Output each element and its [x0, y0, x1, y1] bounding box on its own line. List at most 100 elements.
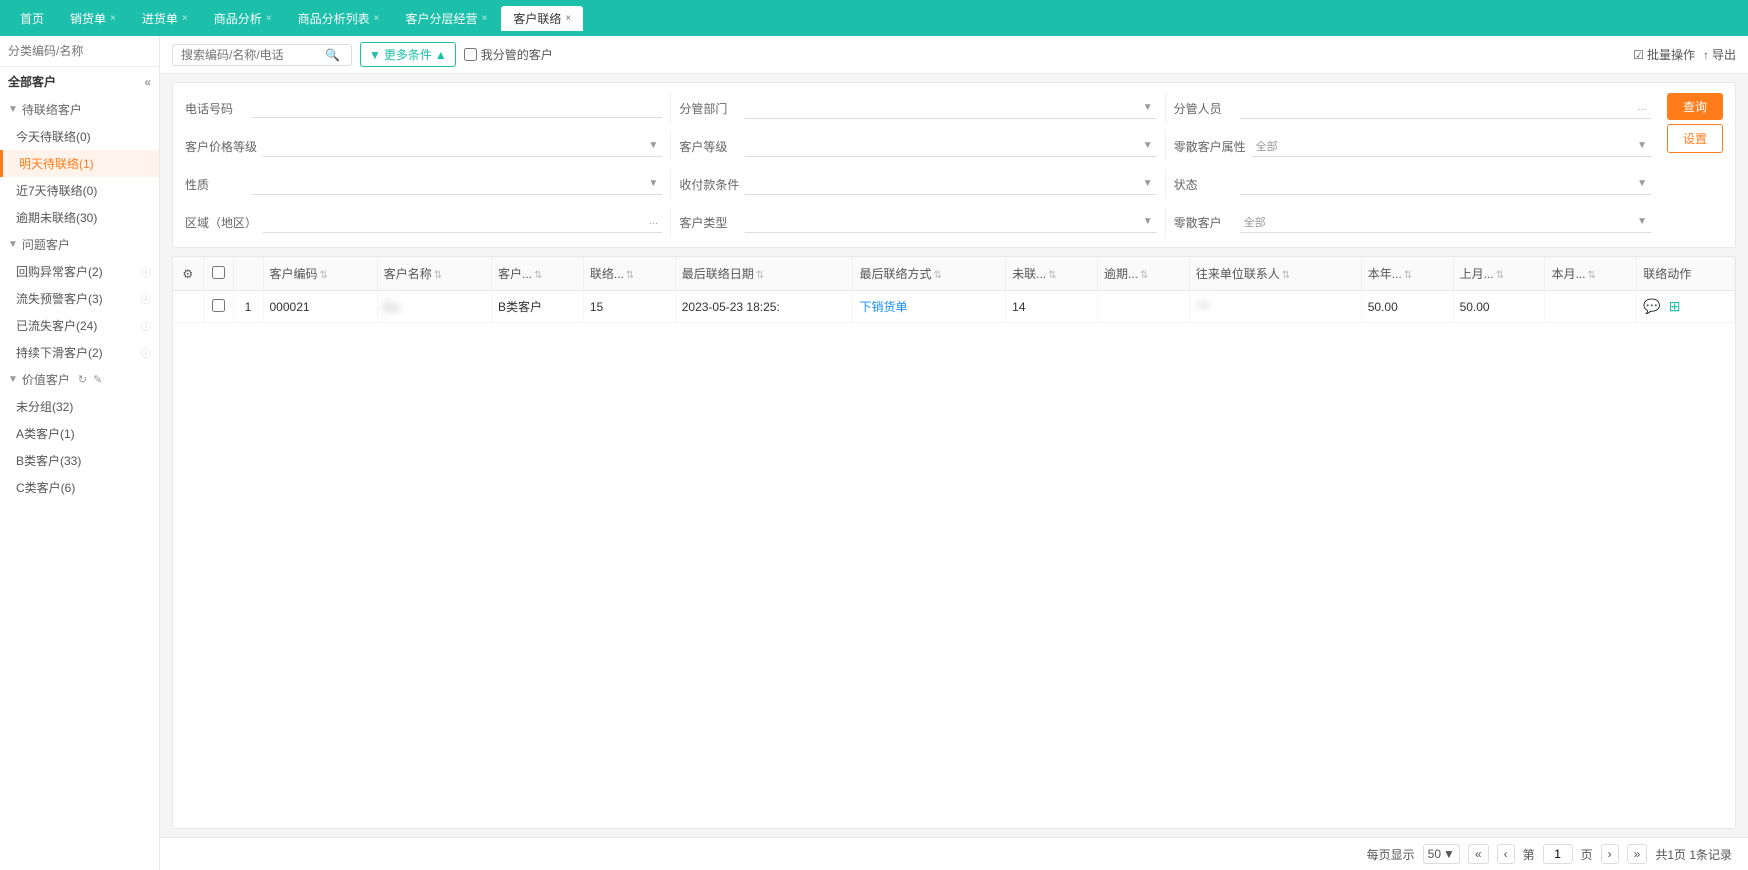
- sidebar-item-lost[interactable]: 已流失客户(24) ⓘ: [0, 312, 159, 339]
- more-filter-btn[interactable]: ▼ 更多条件 ▲: [360, 42, 456, 67]
- filter-payment-select[interactable]: ▼: [745, 173, 1156, 195]
- th-category[interactable]: 客户...⇅: [492, 257, 584, 291]
- filter-status-select[interactable]: ▼: [1240, 173, 1651, 195]
- sidebar-item-declining-info-icon: ⓘ: [141, 345, 151, 360]
- next-page-btn[interactable]: ›: [1601, 844, 1619, 864]
- th-not-contacted[interactable]: 未联...⇅: [1006, 257, 1098, 291]
- nav-customer-segment[interactable]: 客户分层经营 ×: [393, 6, 499, 31]
- query-btn[interactable]: 查询: [1667, 93, 1723, 120]
- th-last-contact-way[interactable]: 最后联络方式⇅: [853, 257, 1006, 291]
- last-contact-way-link[interactable]: 下销货单: [859, 300, 907, 314]
- th-overdue[interactable]: 逾期...⇅: [1098, 257, 1190, 291]
- page-label: 第: [1523, 846, 1535, 863]
- search-input[interactable]: [181, 48, 321, 62]
- nav-purchase-order-close-icon[interactable]: ×: [182, 13, 188, 24]
- toolbar-search-icon[interactable]: 🔍: [325, 48, 340, 62]
- sidebar-item-ungrouped[interactable]: 未分组(32): [0, 393, 159, 420]
- first-page-btn[interactable]: «: [1468, 844, 1489, 864]
- th-gear[interactable]: ⚙: [173, 257, 203, 291]
- page-input[interactable]: [1543, 844, 1573, 864]
- td-rownum: 1: [233, 291, 263, 323]
- th-not-contacted-sort-icon: ⇅: [1048, 270, 1056, 281]
- sidebar-item-repurchase-abnormal[interactable]: 回购异常客户(2) ⓘ: [0, 258, 159, 285]
- filter-retail-customer-label: 零散客户: [1174, 214, 1234, 231]
- sidebar-item-7days-pending[interactable]: 近7天待联络(0): [0, 177, 159, 204]
- filter-customer-type-select[interactable]: ▼: [745, 211, 1156, 233]
- sidebar-group-problem[interactable]: ▼ 问题客户: [0, 231, 159, 258]
- th-unit-contact-sort-icon: ⇅: [1282, 270, 1290, 281]
- export-btn[interactable]: ↑ 导出: [1703, 46, 1736, 63]
- action-more-icon[interactable]: ⊞: [1669, 298, 1681, 315]
- filter-retail-attr-select[interactable]: 全部▼: [1252, 135, 1651, 157]
- td-contacts: 15: [583, 291, 675, 323]
- nav-product-analysis-list-close-icon[interactable]: ×: [374, 13, 380, 24]
- sidebar-item-class-b[interactable]: B类客户(33): [0, 447, 159, 474]
- nav-product-analysis-list[interactable]: 商品分析列表 ×: [286, 6, 392, 31]
- sidebar-group-value-edit-icon[interactable]: ✎: [93, 373, 102, 386]
- my-customer-checkbox[interactable]: [464, 48, 477, 61]
- th-this-year[interactable]: 本年...⇅: [1361, 257, 1453, 291]
- sidebar-group-pending[interactable]: ▼ 待联络客户: [0, 96, 159, 123]
- select-all-checkbox[interactable]: [212, 266, 225, 279]
- batch-op-btn[interactable]: ☑ 批量操作: [1633, 46, 1695, 63]
- filter-retail-customer-select[interactable]: 全部▼: [1240, 211, 1651, 233]
- th-code[interactable]: 客户编码⇅: [263, 257, 377, 291]
- sidebar-item-overdue-pending[interactable]: 逾期未联络(30): [0, 204, 159, 231]
- nav-customer-segment-close-icon[interactable]: ×: [481, 13, 487, 24]
- th-name[interactable]: 客户名称⇅: [377, 257, 491, 291]
- filter-dept-select[interactable]: ▼: [745, 97, 1156, 119]
- sidebar-collapse-icon[interactable]: «: [144, 75, 151, 89]
- my-customer-checkbox-wrap[interactable]: 我分管的客户: [464, 46, 553, 63]
- filter-customer-level-select[interactable]: ▼: [745, 135, 1156, 157]
- sidebar-group-value-refresh-icon[interactable]: ↻: [78, 373, 87, 386]
- sidebar-item-lost-info-icon: ⓘ: [141, 318, 151, 333]
- sidebar-item-class-c[interactable]: C类客户(6): [0, 474, 159, 501]
- nav-sales-order[interactable]: 销货单 ×: [58, 6, 128, 31]
- th-last-month[interactable]: 上月...⇅: [1453, 257, 1545, 291]
- sidebar-all-customers[interactable]: 全部客户 «: [0, 67, 159, 96]
- filter-region-select[interactable]: …: [263, 211, 662, 233]
- filter-retail-attr-label: 零散客户属性: [1174, 138, 1246, 155]
- last-page-btn[interactable]: »: [1627, 844, 1648, 864]
- filter-customer-level: 客户等级 ▼: [679, 135, 1156, 157]
- sidebar-item-tomorrow-pending[interactable]: 明天待联络(1): [0, 150, 159, 177]
- sidebar-item-today-pending[interactable]: 今天待联络(0): [0, 123, 159, 150]
- search-input-wrap: 🔍: [172, 44, 352, 66]
- nav-product-analysis[interactable]: 商品分析 ×: [202, 6, 284, 31]
- table-header-row: ⚙ 客户编码⇅ 客户名称⇅ 客户...⇅ 联络...⇅ 最后联络日期⇅ 最后联络…: [173, 257, 1735, 291]
- filter-nature-select[interactable]: ▼: [251, 173, 662, 195]
- page-size-select[interactable]: 50 ▼: [1423, 844, 1460, 864]
- action-contact-icon[interactable]: 💬: [1643, 298, 1660, 315]
- sidebar-search-input[interactable]: [8, 44, 160, 58]
- customer-table: ⚙ 客户编码⇅ 客户名称⇅ 客户...⇅ 联络...⇅ 最后联络日期⇅ 最后联络…: [173, 257, 1735, 323]
- sidebar-group-value[interactable]: ▼ 价值客户 ↻ ✎: [0, 366, 159, 393]
- filter-price-level-select[interactable]: ▼: [263, 135, 662, 157]
- th-contacts[interactable]: 联络...⇅: [583, 257, 675, 291]
- customer-name-blurred: Ea: [384, 300, 399, 314]
- filter-price-level-label: 客户价格等级: [185, 138, 257, 155]
- nav-sales-order-close-icon[interactable]: ×: [110, 13, 116, 24]
- td-unit-contact: ***: [1189, 291, 1361, 323]
- nav-customer-contact-close-icon[interactable]: ×: [565, 13, 571, 24]
- th-this-month[interactable]: 本月...⇅: [1545, 257, 1637, 291]
- th-last-contact-date[interactable]: 最后联络日期⇅: [675, 257, 853, 291]
- td-last-contact-way[interactable]: 下销货单: [853, 291, 1006, 323]
- nav-product-analysis-close-icon[interactable]: ×: [266, 13, 272, 24]
- prev-page-btn[interactable]: ‹: [1497, 844, 1515, 864]
- sidebar-item-declining[interactable]: 持续下滑客户(2) ⓘ: [0, 339, 159, 366]
- nav-customer-contact[interactable]: 客户联络 ×: [501, 6, 583, 31]
- nav-purchase-order[interactable]: 进货单 ×: [130, 6, 200, 31]
- td-not-contacted: 14: [1006, 291, 1098, 323]
- sidebar-item-class-a[interactable]: A类客户(1): [0, 420, 159, 447]
- td-row-checkbox[interactable]: [203, 291, 233, 323]
- row-checkbox[interactable]: [212, 299, 225, 312]
- sidebar-item-loss-warning[interactable]: 流失预警客户(3) ⓘ: [0, 285, 159, 312]
- th-unit-contact[interactable]: 往来单位联系人⇅: [1189, 257, 1361, 291]
- th-checkbox[interactable]: [203, 257, 233, 291]
- filter-phone-input[interactable]: [251, 99, 662, 118]
- filter-person-select[interactable]: …: [1240, 97, 1651, 119]
- settings-btn[interactable]: 设置: [1667, 124, 1723, 153]
- td-this-month: [1545, 291, 1637, 323]
- nav-home[interactable]: 首页: [8, 6, 56, 31]
- filter-icon: ▼: [369, 48, 381, 62]
